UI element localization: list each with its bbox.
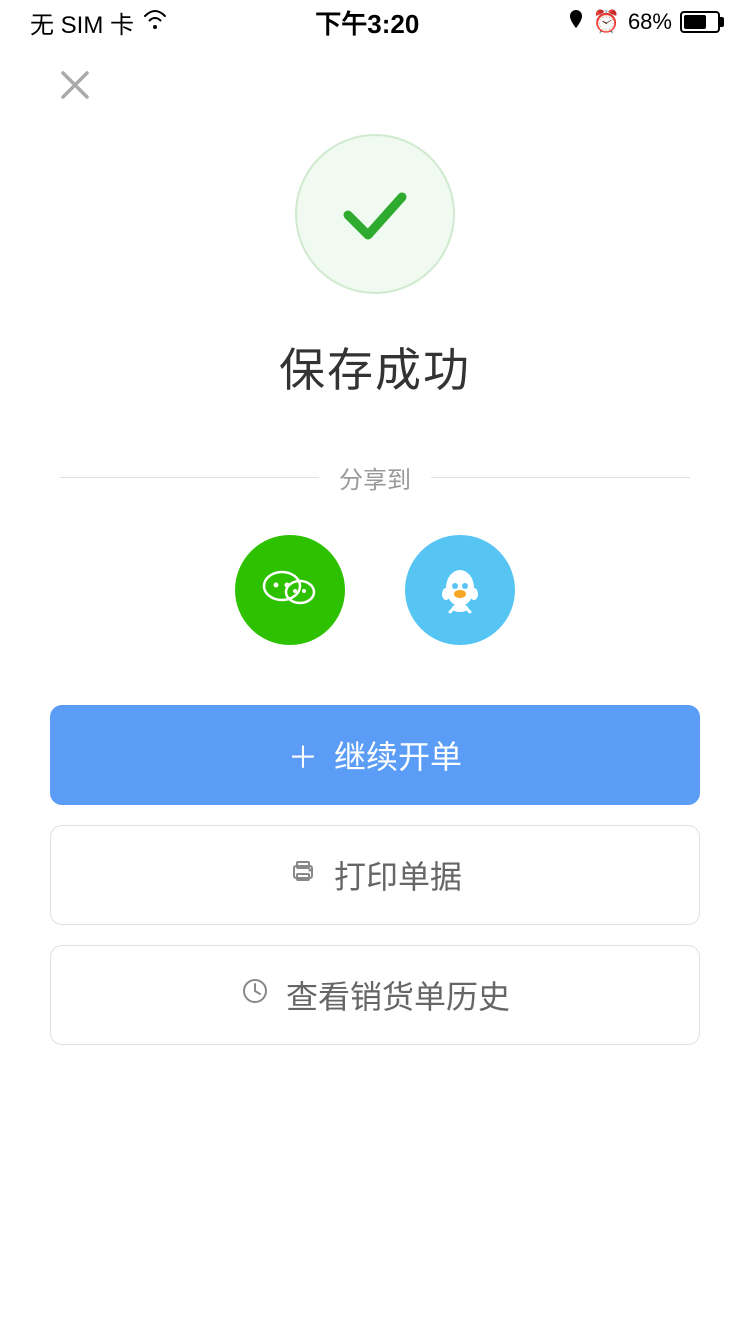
divider-left	[60, 477, 319, 478]
no-sim-label: 无 SIM 卡	[30, 5, 134, 40]
success-title: 保存成功	[279, 334, 471, 400]
print-button[interactable]: 打印单据	[50, 825, 700, 925]
divider-right	[431, 477, 690, 478]
actions-section: ＋ 继续开单 打印单据 查看销货单历史	[0, 645, 750, 1045]
history-label: 查看销货单历史	[286, 972, 510, 1018]
wifi-icon	[142, 9, 168, 35]
history-icon	[240, 976, 270, 1014]
continue-label: 继续开单	[334, 732, 462, 778]
status-right: ⏰ 68%	[567, 9, 720, 35]
qq-icon	[430, 560, 490, 620]
plus-icon: ＋	[288, 733, 318, 777]
location-icon	[567, 9, 585, 35]
print-label: 打印单据	[334, 852, 462, 898]
battery-indicator	[680, 11, 720, 33]
success-section: 保存成功	[0, 44, 750, 400]
history-button[interactable]: 查看销货单历史	[50, 945, 700, 1045]
status-time: 下午3:20	[315, 4, 419, 41]
close-button[interactable]	[50, 60, 100, 110]
alarm-icon: ⏰	[593, 9, 620, 35]
share-icons	[0, 535, 750, 645]
print-icon	[288, 856, 318, 894]
qq-share-button[interactable]	[405, 535, 515, 645]
success-circle	[295, 134, 455, 294]
share-divider: 分享到	[0, 460, 750, 495]
wechat-icon	[260, 560, 320, 620]
continue-button[interactable]: ＋ 继续开单	[50, 705, 700, 805]
status-bar: 无 SIM 卡 下午3:20 ⏰ 68%	[0, 0, 750, 44]
checkmark-icon	[330, 169, 420, 259]
share-section: 分享到	[0, 460, 750, 645]
battery-label: 68%	[628, 9, 672, 35]
wechat-share-button[interactable]	[235, 535, 345, 645]
status-left: 无 SIM 卡	[30, 5, 168, 40]
share-label: 分享到	[339, 460, 411, 495]
